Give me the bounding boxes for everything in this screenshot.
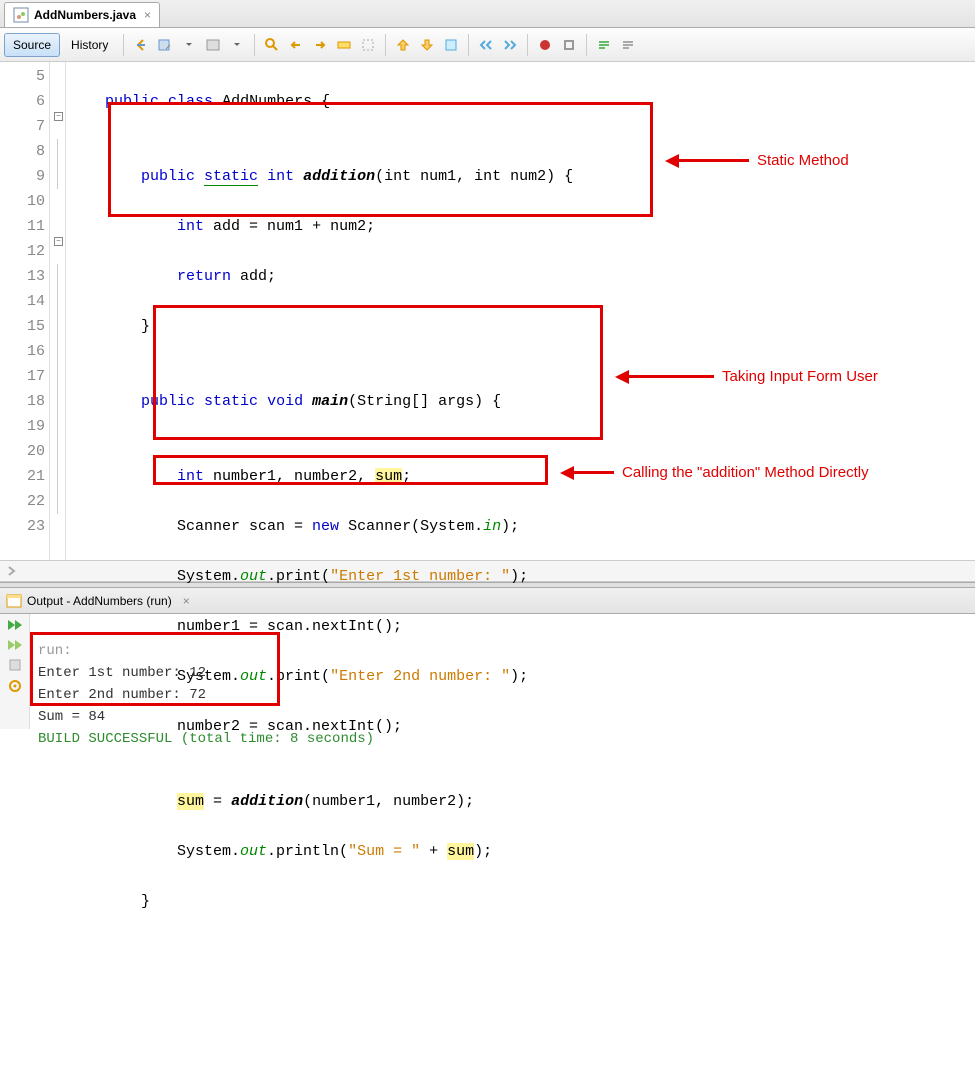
selection-icon[interactable] [357, 34, 379, 56]
output-line: Enter 1st number: 12 [38, 665, 206, 681]
output-panel: run: Enter 1st number: 12 Enter 2nd numb… [0, 614, 975, 729]
separator [468, 34, 469, 56]
code-line: return add; [78, 264, 975, 289]
close-tab-icon[interactable]: × [144, 8, 151, 22]
dropdown-icon[interactable] [178, 34, 200, 56]
output-toolbar [0, 614, 30, 729]
code-line: } [78, 889, 975, 914]
find-icon[interactable] [261, 34, 283, 56]
code-editor[interactable]: 5 6 7 8 9 10 11 12 13 14 15 16 17 18 19 … [0, 62, 975, 560]
output-console[interactable]: run: Enter 1st number: 12 Enter 2nd numb… [30, 614, 975, 729]
file-tab-label: AddNumbers.java [34, 8, 136, 22]
shift-right-icon[interactable] [499, 34, 521, 56]
code-content[interactable]: public class AddNumbers { public static … [66, 62, 975, 560]
annotation-taking-input: Taking Input Form User [615, 368, 878, 385]
shift-left-icon[interactable] [475, 34, 497, 56]
dropdown-icon-2[interactable] [226, 34, 248, 56]
code-line: sum = addition(number1, number2); [78, 789, 975, 814]
annotation-calling: Calling the "addition" Method Directly [560, 464, 869, 481]
code-line: } [78, 314, 975, 339]
separator [586, 34, 587, 56]
code-line: System.out.println("Sum = " + sum); [78, 839, 975, 864]
annotation-static-method: Static Method [665, 152, 849, 169]
code-line: System.out.print("Enter 1st number: "); [78, 564, 975, 589]
toggle-bookmark-icon[interactable] [440, 34, 462, 56]
toggle-icon[interactable] [202, 34, 224, 56]
output-line: BUILD SUCCESSFUL (total time: 8 seconds) [38, 731, 374, 747]
output-line: Sum = 84 [38, 709, 105, 725]
fold-toggle-icon[interactable]: − [54, 237, 63, 246]
java-file-icon [13, 7, 29, 23]
highlight-icon[interactable] [333, 34, 355, 56]
separator [254, 34, 255, 56]
output-icon [6, 593, 22, 609]
code-line: int add = num1 + num2; [78, 214, 975, 239]
breadcrumb-chevron-icon [6, 565, 18, 577]
nav-forward-icon[interactable] [154, 34, 176, 56]
code-line: public static void main(String[] args) { [78, 389, 975, 414]
stop-run-icon[interactable] [8, 658, 22, 672]
find-next-icon[interactable] [309, 34, 331, 56]
separator [527, 34, 528, 56]
rerun-icon[interactable] [6, 618, 24, 632]
nav-back-icon[interactable] [130, 34, 152, 56]
highlight-box-static-method [108, 102, 653, 217]
fold-toggle-icon[interactable]: − [54, 112, 63, 121]
rerun-alt-icon[interactable] [6, 638, 24, 652]
separator [385, 34, 386, 56]
next-bookmark-icon[interactable] [416, 34, 438, 56]
prev-bookmark-icon[interactable] [392, 34, 414, 56]
history-tab[interactable]: History [62, 33, 117, 57]
file-tab[interactable]: AddNumbers.java × [4, 2, 160, 27]
fold-gutter: − − [50, 62, 66, 560]
stop-macro-icon[interactable] [558, 34, 580, 56]
output-line: run: [38, 643, 72, 659]
file-tab-bar: AddNumbers.java × [0, 0, 975, 28]
line-number-gutter: 5 6 7 8 9 10 11 12 13 14 15 16 17 18 19 … [0, 62, 50, 560]
find-prev-icon[interactable] [285, 34, 307, 56]
source-tab[interactable]: Source [4, 33, 60, 57]
uncomment-icon[interactable] [617, 34, 639, 56]
record-macro-icon[interactable] [534, 34, 556, 56]
code-line: public class AddNumbers { [78, 89, 975, 114]
settings-icon[interactable] [7, 678, 23, 694]
separator [123, 34, 124, 56]
comment-icon[interactable] [593, 34, 615, 56]
editor-toolbar: Source History [0, 28, 975, 62]
output-line: Enter 2nd number: 72 [38, 687, 206, 703]
code-line: Scanner scan = new Scanner(System.in); [78, 514, 975, 539]
